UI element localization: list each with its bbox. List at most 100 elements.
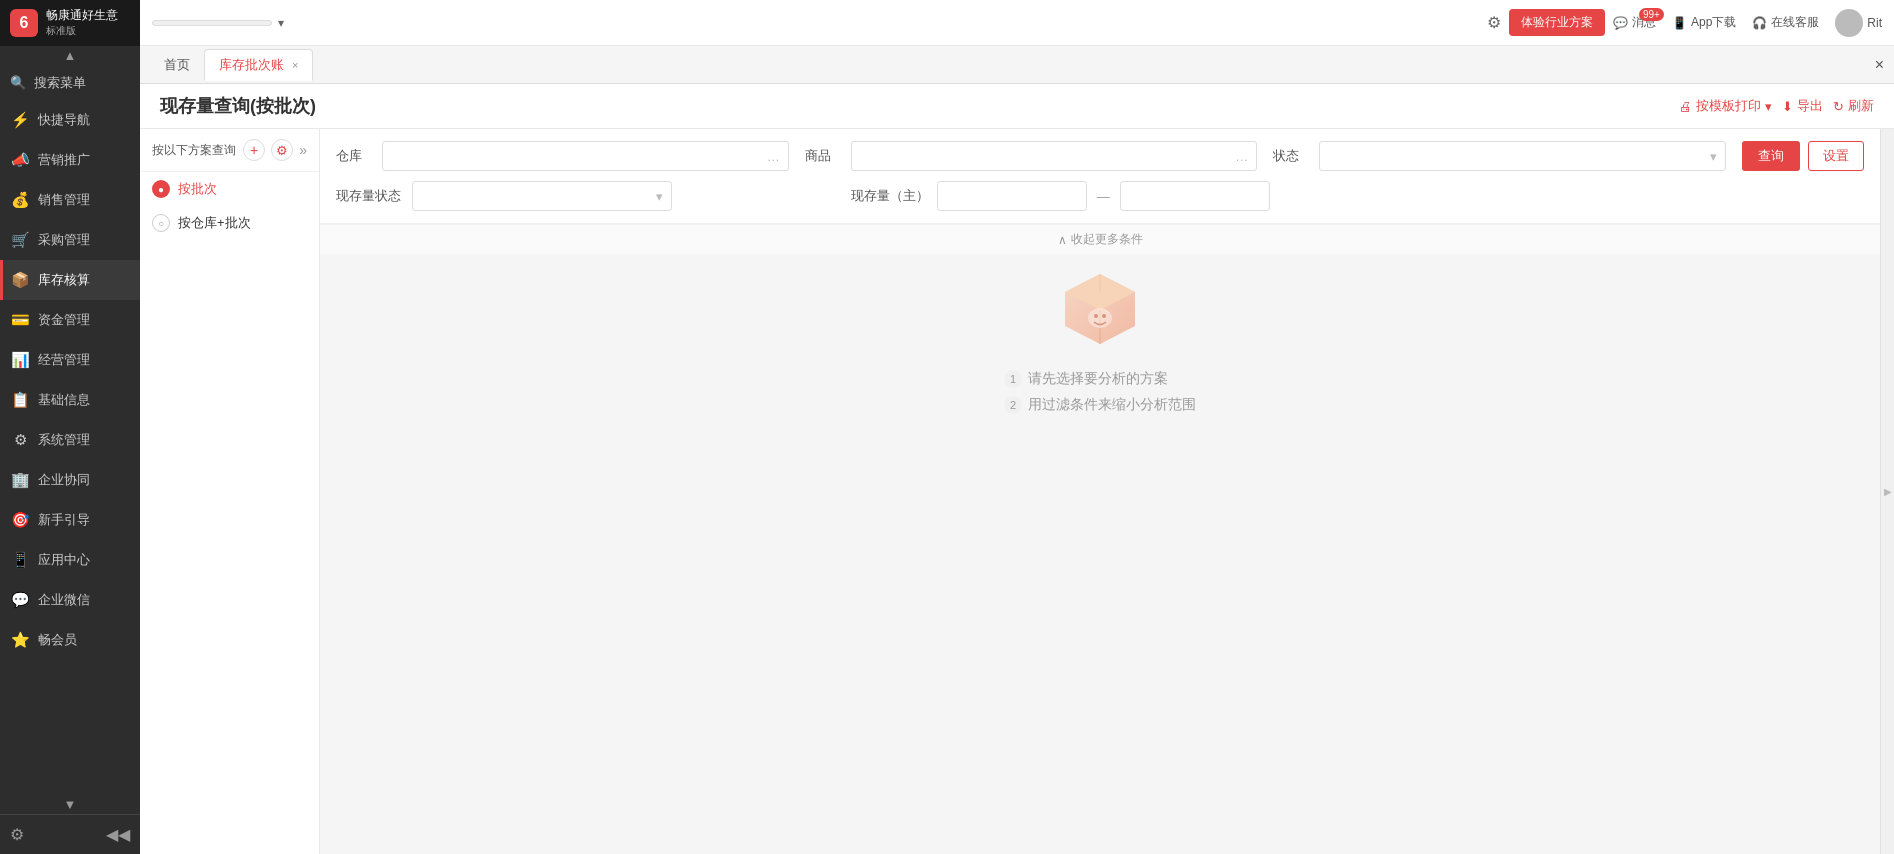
- sidebar-header: 6 畅康通好生意 标准版: [0, 0, 140, 46]
- filter-stock-status: 现存量状态 ▾: [336, 181, 835, 211]
- sidebar-item-inventory[interactable]: 📦 库存核算: [0, 260, 140, 300]
- sidebar-item-finance[interactable]: 💳 资金管理: [0, 300, 140, 340]
- purchase-icon: 🛒: [10, 230, 30, 250]
- sidebar-item-quick-nav[interactable]: ⚡ 快捷导航: [0, 100, 140, 140]
- empty-state-icon: [1050, 254, 1150, 354]
- search-icon: 🔍: [10, 75, 26, 90]
- message-button[interactable]: 💬 消息 99+: [1613, 14, 1656, 31]
- query-button[interactable]: 查询: [1742, 141, 1800, 171]
- sidebar-item-purchase[interactable]: 🛒 采购管理: [0, 220, 140, 260]
- wechat-icon: 💬: [10, 590, 30, 610]
- refresh-button[interactable]: ↻ 刷新: [1833, 97, 1874, 115]
- status-select[interactable]: ▾: [1319, 141, 1726, 171]
- left-panel-header: 按以下方案查询 + ⚙ »: [140, 129, 319, 172]
- sidebar-scroll-up[interactable]: ▲: [0, 46, 140, 66]
- refresh-icon: ↻: [1833, 99, 1844, 114]
- sidebar-item-app[interactable]: 📱 应用中心: [0, 540, 140, 580]
- warehouse-input[interactable]: …: [382, 141, 789, 171]
- member-icon: ⭐: [10, 630, 30, 650]
- avatar: [1835, 9, 1863, 37]
- current-path: [152, 20, 272, 26]
- export-button[interactable]: ⬇ 导出: [1782, 97, 1823, 115]
- empty-state: 1 请先选择要分析的方案 2 用过滤条件来缩小分析范围: [320, 254, 1880, 414]
- user-profile[interactable]: Rit: [1835, 9, 1882, 37]
- sidebar-footer: ⚙ ◀◀: [0, 814, 140, 854]
- system-icon: ⚙: [10, 430, 30, 450]
- sidebar-item-member[interactable]: ⭐ 畅会员: [0, 620, 140, 660]
- scheme-active-dot: ●: [152, 180, 170, 198]
- sales-icon: 💰: [10, 190, 30, 210]
- sidebar-item-sales[interactable]: 💰 销售管理: [0, 180, 140, 220]
- sidebar-search[interactable]: 🔍 搜索菜单: [0, 66, 140, 100]
- sidebar-company: 畅康通好生意 标准版: [46, 8, 118, 38]
- svg-point-6: [1102, 314, 1106, 318]
- inventory-icon: 📦: [10, 270, 30, 290]
- sidebar-item-basic[interactable]: 📋 基础信息: [0, 380, 140, 420]
- right-panel: 仓库 … 商品 … 状态: [320, 129, 1880, 854]
- sidebar-item-operations[interactable]: 📊 经营管理: [0, 340, 140, 380]
- page-title: 现存量查询(按批次): [160, 94, 316, 118]
- empty-tips: 1 请先选择要分析的方案 2 用过滤条件来缩小分析范围: [1004, 370, 1196, 414]
- tab-home[interactable]: 首页: [150, 49, 204, 81]
- filter-area: 仓库 … 商品 … 状态: [320, 129, 1880, 224]
- scheme-settings-button[interactable]: ⚙: [271, 139, 293, 161]
- tab-close-icon[interactable]: ×: [292, 59, 298, 71]
- experience-button[interactable]: 体验行业方案: [1509, 9, 1605, 36]
- sidebar-item-newbie[interactable]: 🎯 新手引导: [0, 500, 140, 540]
- tab-inventory-batch[interactable]: 库存批次账 ×: [204, 49, 313, 81]
- add-scheme-button[interactable]: +: [243, 139, 265, 161]
- marketing-icon: 📣: [10, 150, 30, 170]
- message-badge: 99+: [1639, 8, 1664, 21]
- collapse-more-conditions[interactable]: ∧ 收起更多条件: [320, 224, 1880, 254]
- sidebar: 6 畅康通好生意 标准版 ▲ 🔍 搜索菜单 ⚡ 快捷导航 📣 营销推广 💰 销售…: [0, 0, 140, 854]
- scheme-by-warehouse-batch[interactable]: ○ 按仓库+批次: [140, 206, 319, 240]
- filter-row-1: 仓库 … 商品 … 状态: [336, 141, 1864, 171]
- content-area: 按以下方案查询 + ⚙ » ● 按批次 ○ 按仓库+批次: [140, 129, 1894, 854]
- basic-icon: 📋: [10, 390, 30, 410]
- far-right-bar: ▶: [1880, 129, 1894, 854]
- online-service-button[interactable]: 🎧 在线客服: [1752, 14, 1819, 31]
- page-actions: 🖨 按模板打印 ▾ ⬇ 导出 ↻ 刷新: [1679, 97, 1874, 115]
- panel-close-button[interactable]: ×: [1875, 56, 1884, 74]
- stock-status-select[interactable]: ▾: [412, 181, 672, 211]
- filter-product: 商品 …: [805, 141, 1258, 171]
- right-bar-arrow: ▶: [1884, 486, 1892, 497]
- main-area: ▾ ⚙ 体验行业方案 💬 消息 99+ 📱 App下载 🎧 在线客服 Rit: [140, 0, 1894, 854]
- settings-button[interactable]: 设置: [1808, 141, 1864, 171]
- footer-settings-icon[interactable]: ⚙: [10, 825, 24, 844]
- message-icon: 💬: [1613, 16, 1628, 30]
- operations-icon: 📊: [10, 350, 30, 370]
- empty-tip-1: 1 请先选择要分析的方案: [1004, 370, 1196, 388]
- sidebar-item-marketing[interactable]: 📣 营销推广: [0, 140, 140, 180]
- sidebar-scroll-down[interactable]: ▼: [0, 794, 140, 814]
- sidebar-nav: 🔍 搜索菜单 ⚡ 快捷导航 📣 营销推广 💰 销售管理 🛒 采购管理 📦 库存核…: [0, 66, 140, 794]
- page-header: 现存量查询(按批次) 🖨 按模板打印 ▾ ⬇ 导出 ↻ 刷新: [140, 84, 1894, 129]
- app-icon: 📱: [10, 550, 30, 570]
- scheme-by-batch[interactable]: ● 按批次: [140, 172, 319, 206]
- product-input[interactable]: …: [851, 141, 1258, 171]
- filter-stock-quantity: 现存量（主） —: [851, 181, 1350, 211]
- scheme-inactive-dot: ○: [152, 214, 170, 232]
- stock-qty-min-input[interactable]: [937, 181, 1087, 211]
- svg-point-5: [1094, 314, 1098, 318]
- quick-nav-icon: ⚡: [10, 110, 30, 130]
- tabs-bar: 首页 库存批次账 × ×: [140, 46, 1894, 84]
- topbar-gear-icon[interactable]: ⚙: [1487, 13, 1501, 32]
- stock-qty-max-input[interactable]: [1120, 181, 1270, 211]
- printer-icon: 🖨: [1679, 99, 1692, 114]
- footer-collapse-icon[interactable]: ◀◀: [106, 825, 130, 844]
- panel-collapse-button[interactable]: »: [299, 142, 307, 158]
- sidebar-item-enterprise[interactable]: 🏢 企业协同: [0, 460, 140, 500]
- filter-actions: 查询 设置: [1742, 141, 1864, 171]
- topbar-right: 💬 消息 99+ 📱 App下载 🎧 在线客服 Rit: [1613, 9, 1882, 37]
- sidebar-item-system[interactable]: ⚙ 系统管理: [0, 420, 140, 460]
- right-panel-content: 1 请先选择要分析的方案 2 用过滤条件来缩小分析范围: [320, 254, 1880, 854]
- breadcrumb-dropdown[interactable]: ▾: [278, 16, 284, 30]
- left-panel-actions: + ⚙ »: [243, 139, 307, 161]
- chevron-up-icon: ∧: [1058, 233, 1067, 247]
- app-download-button[interactable]: 📱 App下载: [1672, 14, 1736, 31]
- print-button[interactable]: 🖨 按模板打印 ▾: [1679, 97, 1772, 115]
- filter-warehouse: 仓库 …: [336, 141, 789, 171]
- sidebar-item-wechat[interactable]: 💬 企业微信: [0, 580, 140, 620]
- empty-tip-2: 2 用过滤条件来缩小分析范围: [1004, 396, 1196, 414]
